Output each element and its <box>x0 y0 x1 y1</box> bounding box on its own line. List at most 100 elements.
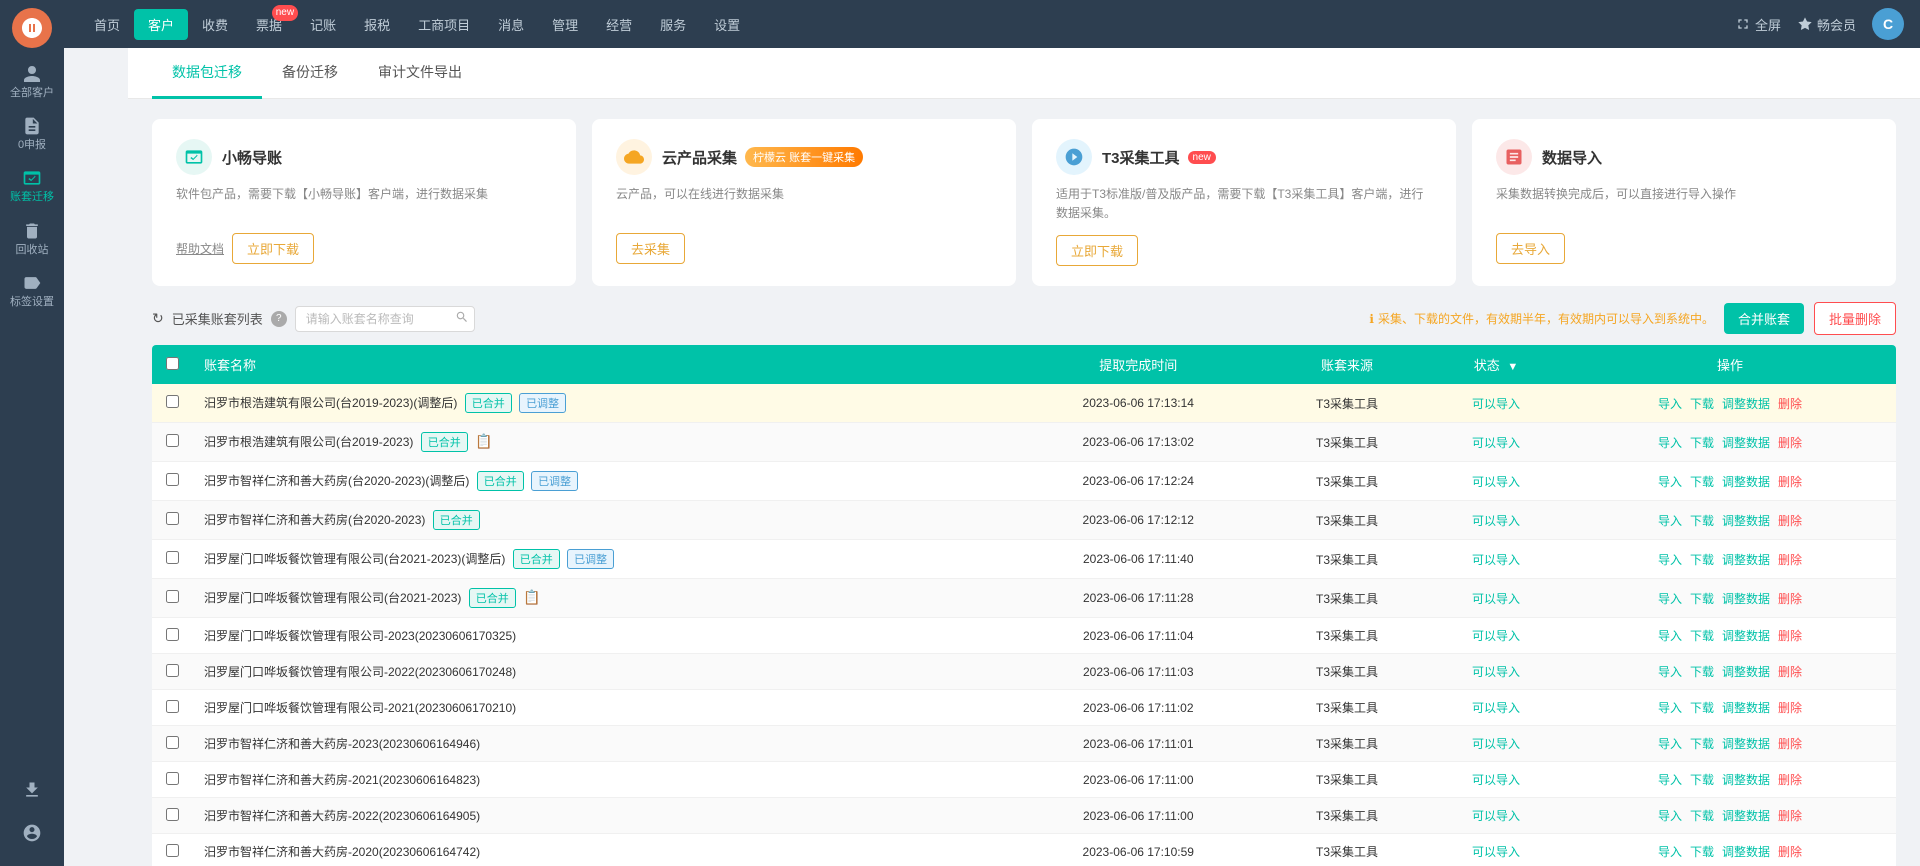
action-删除[interactable]: 删除 <box>1778 701 1802 715</box>
action-删除[interactable]: 删除 <box>1778 773 1802 787</box>
action-导入[interactable]: 导入 <box>1658 436 1682 450</box>
row-checkbox[interactable] <box>166 844 179 857</box>
action-导入[interactable]: 导入 <box>1658 592 1682 606</box>
action-导入[interactable]: 导入 <box>1658 553 1682 567</box>
action-下载[interactable]: 下载 <box>1690 436 1714 450</box>
row-checkbox[interactable] <box>166 772 179 785</box>
tab-audit-export[interactable]: 审计文件导出 <box>358 48 482 99</box>
action-下载[interactable]: 下载 <box>1690 665 1714 679</box>
nav-biz[interactable]: 工商项目 <box>404 9 484 40</box>
row-checkbox[interactable] <box>166 434 179 447</box>
row-checkbox[interactable] <box>166 808 179 821</box>
action-下载[interactable]: 下载 <box>1690 773 1714 787</box>
action-调整数据[interactable]: 调整数据 <box>1722 665 1770 679</box>
action-调整数据[interactable]: 调整数据 <box>1722 475 1770 489</box>
action-删除[interactable]: 删除 <box>1778 665 1802 679</box>
action-导入[interactable]: 导入 <box>1658 397 1682 411</box>
action-删除[interactable]: 删除 <box>1778 629 1802 643</box>
nav-tax[interactable]: 报税 <box>350 9 404 40</box>
action-调整数据[interactable]: 调整数据 <box>1722 592 1770 606</box>
action-删除[interactable]: 删除 <box>1778 436 1802 450</box>
nav-operations[interactable]: 经营 <box>592 9 646 40</box>
action-删除[interactable]: 删除 <box>1778 397 1802 411</box>
nav-billing[interactable]: 收费 <box>188 9 242 40</box>
nav-home[interactable]: 首页 <box>80 9 134 40</box>
action-下载[interactable]: 下载 <box>1690 514 1714 528</box>
action-下载[interactable]: 下载 <box>1690 397 1714 411</box>
nav-bookkeeping[interactable]: 记账 <box>296 9 350 40</box>
action-删除[interactable]: 删除 <box>1778 553 1802 567</box>
action-删除[interactable]: 删除 <box>1778 809 1802 823</box>
fullscreen-btn[interactable]: 全屏 <box>1735 15 1781 34</box>
sidebar-item-declare[interactable]: 0申报 <box>0 108 64 160</box>
row-checkbox[interactable] <box>166 736 179 749</box>
app-logo[interactable] <box>12 8 52 48</box>
card-cloud-collect-btn[interactable]: 去采集 <box>616 233 685 264</box>
row-checkbox[interactable] <box>166 664 179 677</box>
sidebar-download-icon[interactable] <box>18 772 46 811</box>
help-icon[interactable]: ? <box>271 311 287 327</box>
action-导入[interactable]: 导入 <box>1658 809 1682 823</box>
member-btn[interactable]: 畅会员 <box>1797 15 1856 34</box>
action-下载[interactable]: 下载 <box>1690 809 1714 823</box>
tab-backup-migration[interactable]: 备份迁移 <box>262 48 358 99</box>
nav-settings[interactable]: 设置 <box>700 9 754 40</box>
action-导入[interactable]: 导入 <box>1658 737 1682 751</box>
select-all-checkbox[interactable] <box>166 357 179 370</box>
action-调整数据[interactable]: 调整数据 <box>1722 809 1770 823</box>
th-status[interactable]: 状态 ▼ <box>1428 345 1564 384</box>
card-t3-collect-btn[interactable]: 立即下载 <box>1056 235 1138 266</box>
row-checkbox[interactable] <box>166 628 179 641</box>
card-xiaochange-download-btn[interactable]: 立即下载 <box>232 233 314 264</box>
search-button[interactable] <box>455 310 469 327</box>
nav-services[interactable]: 服务 <box>646 9 700 40</box>
action-调整数据[interactable]: 调整数据 <box>1722 773 1770 787</box>
batch-delete-btn[interactable]: 批量删除 <box>1814 302 1896 335</box>
row-checkbox[interactable] <box>166 700 179 713</box>
action-调整数据[interactable]: 调整数据 <box>1722 436 1770 450</box>
user-avatar[interactable]: C <box>1872 8 1904 40</box>
row-checkbox[interactable] <box>166 590 179 603</box>
action-删除[interactable]: 删除 <box>1778 592 1802 606</box>
action-调整数据[interactable]: 调整数据 <box>1722 397 1770 411</box>
action-调整数据[interactable]: 调整数据 <box>1722 701 1770 715</box>
row-checkbox[interactable] <box>166 395 179 408</box>
tab-data-migration[interactable]: 数据包迁移 <box>152 48 262 99</box>
action-调整数据[interactable]: 调整数据 <box>1722 629 1770 643</box>
sidebar-item-label-settings[interactable]: 标签设置 <box>0 265 64 317</box>
action-下载[interactable]: 下载 <box>1690 701 1714 715</box>
sidebar-item-all-clients[interactable]: 全部客户 <box>0 56 64 108</box>
sidebar-item-recycle[interactable]: 回收站 <box>0 213 64 265</box>
action-导入[interactable]: 导入 <box>1658 629 1682 643</box>
action-导入[interactable]: 导入 <box>1658 701 1682 715</box>
action-删除[interactable]: 删除 <box>1778 845 1802 859</box>
search-input[interactable] <box>295 306 475 332</box>
action-导入[interactable]: 导入 <box>1658 845 1682 859</box>
action-下载[interactable]: 下载 <box>1690 737 1714 751</box>
action-下载[interactable]: 下载 <box>1690 592 1714 606</box>
row-checkbox[interactable] <box>166 551 179 564</box>
action-导入[interactable]: 导入 <box>1658 475 1682 489</box>
nav-management[interactable]: 管理 <box>538 9 592 40</box>
action-调整数据[interactable]: 调整数据 <box>1722 845 1770 859</box>
card-data-import-btn[interactable]: 去导入 <box>1496 233 1565 264</box>
sidebar-user-icon[interactable] <box>18 815 46 854</box>
action-下载[interactable]: 下载 <box>1690 475 1714 489</box>
nav-messages[interactable]: 消息 <box>484 9 538 40</box>
action-下载[interactable]: 下载 <box>1690 553 1714 567</box>
reload-icon[interactable]: ↻ <box>152 310 164 327</box>
action-导入[interactable]: 导入 <box>1658 773 1682 787</box>
merge-accounts-btn[interactable]: 合并账套 <box>1724 303 1804 334</box>
row-checkbox[interactable] <box>166 512 179 525</box>
action-调整数据[interactable]: 调整数据 <box>1722 737 1770 751</box>
action-导入[interactable]: 导入 <box>1658 665 1682 679</box>
action-导入[interactable]: 导入 <box>1658 514 1682 528</box>
sidebar-item-account-migrate[interactable]: 账套迁移 <box>0 160 64 212</box>
action-下载[interactable]: 下载 <box>1690 629 1714 643</box>
action-删除[interactable]: 删除 <box>1778 475 1802 489</box>
action-调整数据[interactable]: 调整数据 <box>1722 514 1770 528</box>
action-调整数据[interactable]: 调整数据 <box>1722 553 1770 567</box>
action-删除[interactable]: 删除 <box>1778 737 1802 751</box>
card-xiaochange-help-link[interactable]: 帮助文档 <box>176 240 224 257</box>
row-checkbox[interactable] <box>166 473 179 486</box>
